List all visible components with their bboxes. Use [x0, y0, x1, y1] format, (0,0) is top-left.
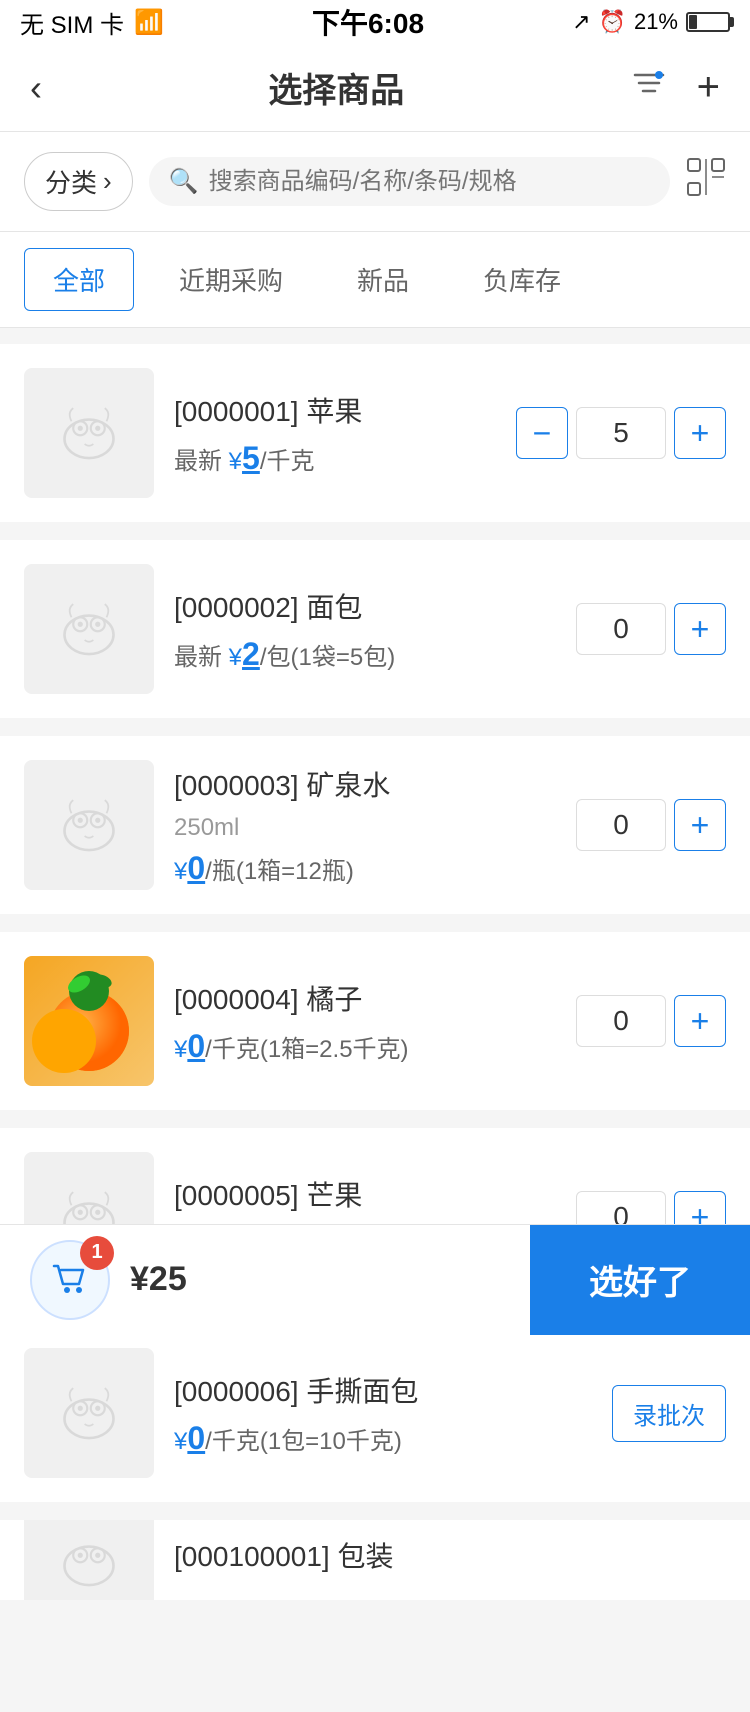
product-name: [0000002] 面包: [174, 586, 556, 626]
qty-plus-button[interactable]: +: [674, 995, 726, 1047]
status-time: 下午6:08: [312, 2, 424, 42]
product-info: [0000003] 矿泉水 250ml ¥0/瓶(1箱=12瓶): [174, 764, 556, 887]
category-button[interactable]: 分类 ›: [24, 152, 133, 211]
list-item: [0000001] 苹果 最新 ¥5/千克 − +: [0, 344, 750, 522]
filter-bar: 分类 › 🔍: [0, 132, 750, 232]
cart-total: ¥25: [130, 1260, 187, 1299]
list-item: [0000004] 橘子 ¥0/千克(1箱=2.5千克) +: [0, 932, 750, 1110]
tab-recent[interactable]: 近期采购: [150, 248, 312, 311]
qty-input[interactable]: [576, 407, 666, 459]
cart-icon[interactable]: 1: [30, 1240, 110, 1320]
product-price: ¥0/千克(1包=10千克): [174, 1420, 592, 1457]
battery-icon: [686, 12, 730, 32]
confirm-button[interactable]: 选好了: [530, 1225, 750, 1335]
status-right: ↗ ⏰ 21%: [572, 9, 730, 35]
product-price: 最新 ¥2/包(1袋=5包): [174, 636, 556, 673]
product-qty-control: +: [576, 603, 726, 655]
product-name: [000100001] 包装: [174, 1535, 726, 1575]
qty-input[interactable]: [576, 603, 666, 655]
qty-input[interactable]: [576, 799, 666, 851]
product-qty-control: +: [576, 995, 726, 1047]
product-name: [0000004] 橘子: [174, 978, 556, 1018]
product-name: [0000001] 苹果: [174, 390, 496, 430]
product-price: ¥0/千克(1箱=2.5千克): [174, 1028, 556, 1065]
search-box: 🔍: [149, 157, 670, 206]
scan-icon[interactable]: [686, 157, 726, 206]
search-icon: 🔍: [169, 167, 199, 196]
product-price: 最新 ¥5/千克: [174, 440, 496, 477]
tab-all[interactable]: 全部: [24, 248, 134, 311]
product-name: [0000005] 芒果: [174, 1174, 556, 1214]
product-qty-control: 录批次: [612, 1385, 726, 1442]
product-qty-control: +: [576, 799, 726, 851]
list-item: [0000002] 面包 最新 ¥2/包(1袋=5包) +: [0, 540, 750, 718]
product-list: [0000001] 苹果 最新 ¥5/千克 − +: [0, 344, 750, 1712]
status-bar: 无 SIM 卡 📶 下午6:08 ↗ ⏰ 21%: [0, 0, 750, 44]
search-input[interactable]: [209, 168, 650, 196]
qty-minus-button[interactable]: −: [516, 407, 568, 459]
product-thumbnail: [24, 760, 154, 890]
product-thumbnail: [24, 368, 154, 498]
product-thumbnail: [24, 956, 154, 1086]
tab-negative[interactable]: 负库存: [454, 248, 590, 311]
carrier-text: 无 SIM 卡: [20, 5, 124, 40]
location-icon: ↗: [572, 9, 590, 35]
product-info: [0000001] 苹果 最新 ¥5/千克: [174, 390, 496, 477]
product-info: [000100001] 包装: [174, 1535, 726, 1585]
qty-input[interactable]: [576, 995, 666, 1047]
qty-plus-button[interactable]: +: [674, 603, 726, 655]
status-carrier: 无 SIM 卡 📶: [20, 5, 164, 40]
qty-plus-button[interactable]: +: [674, 407, 726, 459]
product-info: [0000004] 橘子 ¥0/千克(1箱=2.5千克): [174, 978, 556, 1065]
list-item: [0000003] 矿泉水 250ml ¥0/瓶(1箱=12瓶) +: [0, 736, 750, 914]
product-name: [0000003] 矿泉水: [174, 764, 556, 804]
cart-section: 1 ¥25: [0, 1240, 530, 1320]
nav-actions: +: [631, 65, 720, 110]
product-qty-control: − +: [516, 407, 726, 459]
battery-percent: 21%: [634, 9, 678, 35]
product-info: [0000002] 面包 最新 ¥2/包(1袋=5包): [174, 586, 556, 673]
product-thumbnail: [24, 564, 154, 694]
back-button[interactable]: ‹: [30, 67, 42, 109]
product-thumbnail: [24, 1348, 154, 1478]
product-spec: 250ml: [174, 814, 556, 842]
product-thumbnail: [24, 1520, 154, 1600]
category-chevron: ›: [103, 166, 112, 197]
cart-badge: 1: [80, 1236, 114, 1270]
batch-button[interactable]: 录批次: [612, 1385, 726, 1442]
product-name: [0000006] 手撕面包: [174, 1370, 592, 1410]
nav-bar: ‹ 选择商品 +: [0, 44, 750, 132]
tab-bar: 全部 近期采购 新品 负库存: [0, 232, 750, 328]
category-label: 分类: [45, 163, 97, 200]
product-info: [0000006] 手撕面包 ¥0/千克(1包=10千克): [174, 1370, 592, 1457]
list-item: [000100001] 包装: [0, 1520, 750, 1600]
qty-plus-button[interactable]: +: [674, 799, 726, 851]
filter-icon[interactable]: [631, 65, 667, 110]
list-item: [0000006] 手撕面包 ¥0/千克(1包=10千克) 录批次: [0, 1324, 750, 1502]
wifi-icon: 📶: [134, 8, 164, 37]
page-title: 选择商品: [268, 63, 404, 112]
tab-new[interactable]: 新品: [328, 248, 438, 311]
alarm-icon: ⏰: [599, 9, 626, 35]
add-product-icon[interactable]: +: [697, 65, 720, 110]
bottom-bar: 1 ¥25 选好了: [0, 1224, 750, 1334]
product-price: ¥0/瓶(1箱=12瓶): [174, 850, 556, 887]
